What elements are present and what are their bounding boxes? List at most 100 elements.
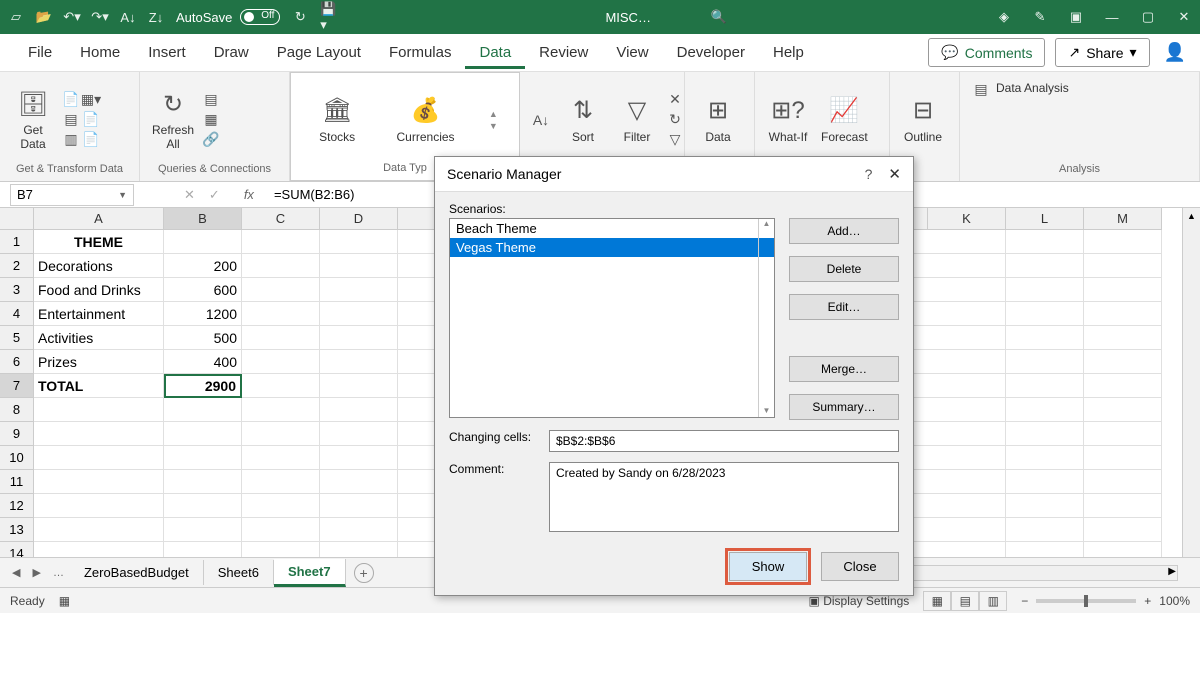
search-icon[interactable]: 🔍 <box>711 9 727 25</box>
menu-help[interactable]: Help <box>759 36 818 69</box>
col-C[interactable]: C <box>242 208 320 230</box>
cell-B4[interactable]: 1200 <box>164 302 242 326</box>
get-data-button[interactable]: 🗄 Get Data <box>8 84 58 154</box>
close-button[interactable]: Close <box>821 552 899 581</box>
menu-data[interactable]: Data <box>465 36 525 69</box>
sheet-tab-2[interactable]: Sheet7 <box>274 559 346 587</box>
chevron-down-icon[interactable]: ▼ <box>118 190 127 200</box>
from-web-icon[interactable]: ▦▾ <box>82 91 100 109</box>
menu-review[interactable]: Review <box>525 36 602 69</box>
reapply-icon[interactable]: ↻ <box>666 111 684 129</box>
horizontal-scrollbar[interactable]: ◀ ▶ <box>878 565 1178 581</box>
outline-button[interactable]: ⊟ Outline <box>898 91 948 148</box>
cell-B2[interactable]: 200 <box>164 254 242 278</box>
sort-asc-icon[interactable]: A↓ <box>120 9 136 25</box>
row-4[interactable]: 4 <box>0 302 34 326</box>
vertical-scrollbar[interactable]: ▲ <box>1182 208 1200 557</box>
row-5[interactable]: 5 <box>0 326 34 350</box>
help-icon[interactable]: ? <box>865 166 873 182</box>
col-D[interactable]: D <box>320 208 398 230</box>
save-icon[interactable]: 💾▾ <box>320 9 336 25</box>
menu-home[interactable]: Home <box>66 36 134 69</box>
cell-A1[interactable]: THEME <box>34 230 164 254</box>
cell-A4[interactable]: Entertainment <box>34 302 164 326</box>
zoom-level[interactable]: 100% <box>1159 594 1190 608</box>
chevron-up-icon[interactable]: ▲ <box>489 109 498 119</box>
show-button[interactable]: Show <box>729 552 807 581</box>
view-page-layout[interactable]: ▤ <box>951 591 979 611</box>
cell-B6[interactable]: 400 <box>164 350 242 374</box>
cell-B1[interactable] <box>164 230 242 254</box>
redo-icon[interactable]: ↷▾ <box>92 9 108 25</box>
tab-nav-more[interactable]: … <box>47 567 70 579</box>
menu-file[interactable]: File <box>14 36 66 69</box>
window-icon[interactable]: ▣ <box>1068 9 1084 25</box>
menu-view[interactable]: View <box>602 36 662 69</box>
name-box[interactable]: B7 ▼ <box>10 184 134 206</box>
row-12[interactable]: 12 <box>0 494 34 518</box>
row-8[interactable]: 8 <box>0 398 34 422</box>
formula-input[interactable]: =SUM(B2:B6) <box>274 187 355 202</box>
scenario-item-0[interactable]: Beach Theme <box>450 219 774 238</box>
row-2[interactable]: 2 <box>0 254 34 278</box>
fx-icon[interactable]: fx <box>244 187 254 202</box>
select-all-corner[interactable] <box>0 208 34 230</box>
scenario-item-1[interactable]: Vegas Theme <box>450 238 774 257</box>
enter-icon[interactable]: ✓ <box>209 187 220 203</box>
row-3[interactable]: 3 <box>0 278 34 302</box>
row-13[interactable]: 13 <box>0 518 34 542</box>
cell-A2[interactable]: Decorations <box>34 254 164 278</box>
sort-button[interactable]: ⇅ Sort <box>558 91 608 148</box>
row-7[interactable]: 7 <box>0 374 34 398</box>
cell-B7[interactable]: 2900 <box>164 374 242 398</box>
zoom-in-icon[interactable]: + <box>1144 594 1151 608</box>
cell-A6[interactable]: Prizes <box>34 350 164 374</box>
existing-icon[interactable]: ▥ <box>62 131 80 149</box>
row-11[interactable]: 11 <box>0 470 34 494</box>
menu-insert[interactable]: Insert <box>134 36 200 69</box>
merge-button[interactable]: Merge… <box>789 356 899 382</box>
accessibility-icon[interactable]: ▦ <box>59 594 70 608</box>
whatif-button[interactable]: ⊞? What-If <box>763 91 813 148</box>
row-1[interactable]: 1 <box>0 230 34 254</box>
autosave-toggle[interactable]: AutoSave Off <box>176 9 280 25</box>
refresh-all-button[interactable]: ↻ Refresh All <box>148 84 198 154</box>
row-9[interactable]: 9 <box>0 422 34 446</box>
from-text-icon[interactable]: 📄 <box>62 91 80 109</box>
new-file-icon[interactable]: ▱ <box>8 9 24 25</box>
data-tools-button[interactable]: ⊞ Data <box>693 91 743 148</box>
forecast-button[interactable]: 📈 Forecast <box>817 91 872 148</box>
recent-icon[interactable]: 📄 <box>82 111 100 129</box>
brush-icon[interactable]: ✎ <box>1032 9 1048 25</box>
share-button[interactable]: ↗ Share ▾ <box>1055 38 1149 67</box>
dialog-close-icon[interactable]: ✕ <box>888 165 901 183</box>
edit-button[interactable]: Edit… <box>789 294 899 320</box>
col-A[interactable]: A <box>34 208 164 230</box>
cell-A3[interactable]: Food and Drinks <box>34 278 164 302</box>
diamond-icon[interactable]: ◈ <box>996 9 1012 25</box>
delete-button[interactable]: Delete <box>789 256 899 282</box>
sheet-tab-0[interactable]: ZeroBasedBudget <box>70 560 204 585</box>
scroll-right-icon[interactable]: ▶ <box>1168 566 1176 577</box>
view-normal[interactable]: ▦ <box>923 591 951 611</box>
menu-draw[interactable]: Draw <box>200 36 263 69</box>
user-icon[interactable]: 👤 <box>1164 42 1186 63</box>
col-L[interactable]: L <box>1006 208 1084 230</box>
advanced-icon[interactable]: ▽ <box>666 131 684 149</box>
maximize-icon[interactable]: ▢ <box>1140 9 1156 25</box>
chevron-down-icon[interactable]: ▼ <box>489 121 498 131</box>
currencies-button[interactable]: 💰 Currencies <box>393 91 459 148</box>
scroll-down-icon[interactable]: ▼ <box>759 406 774 415</box>
tab-nav-right[interactable]: ▶ <box>26 566 46 579</box>
clear-icon[interactable]: ✕ <box>666 91 684 109</box>
row-6[interactable]: 6 <box>0 350 34 374</box>
queries-icon[interactable]: ▤ <box>202 91 220 109</box>
cell-B5[interactable]: 500 <box>164 326 242 350</box>
list-scrollbar[interactable]: ▲ ▼ <box>758 219 774 417</box>
row-10[interactable]: 10 <box>0 446 34 470</box>
props-icon[interactable]: ▦ <box>202 111 220 129</box>
add-button[interactable]: Add… <box>789 218 899 244</box>
sort-desc-icon[interactable]: Z↓ <box>148 9 164 25</box>
cell-B3[interactable]: 600 <box>164 278 242 302</box>
col-K[interactable]: K <box>928 208 1006 230</box>
